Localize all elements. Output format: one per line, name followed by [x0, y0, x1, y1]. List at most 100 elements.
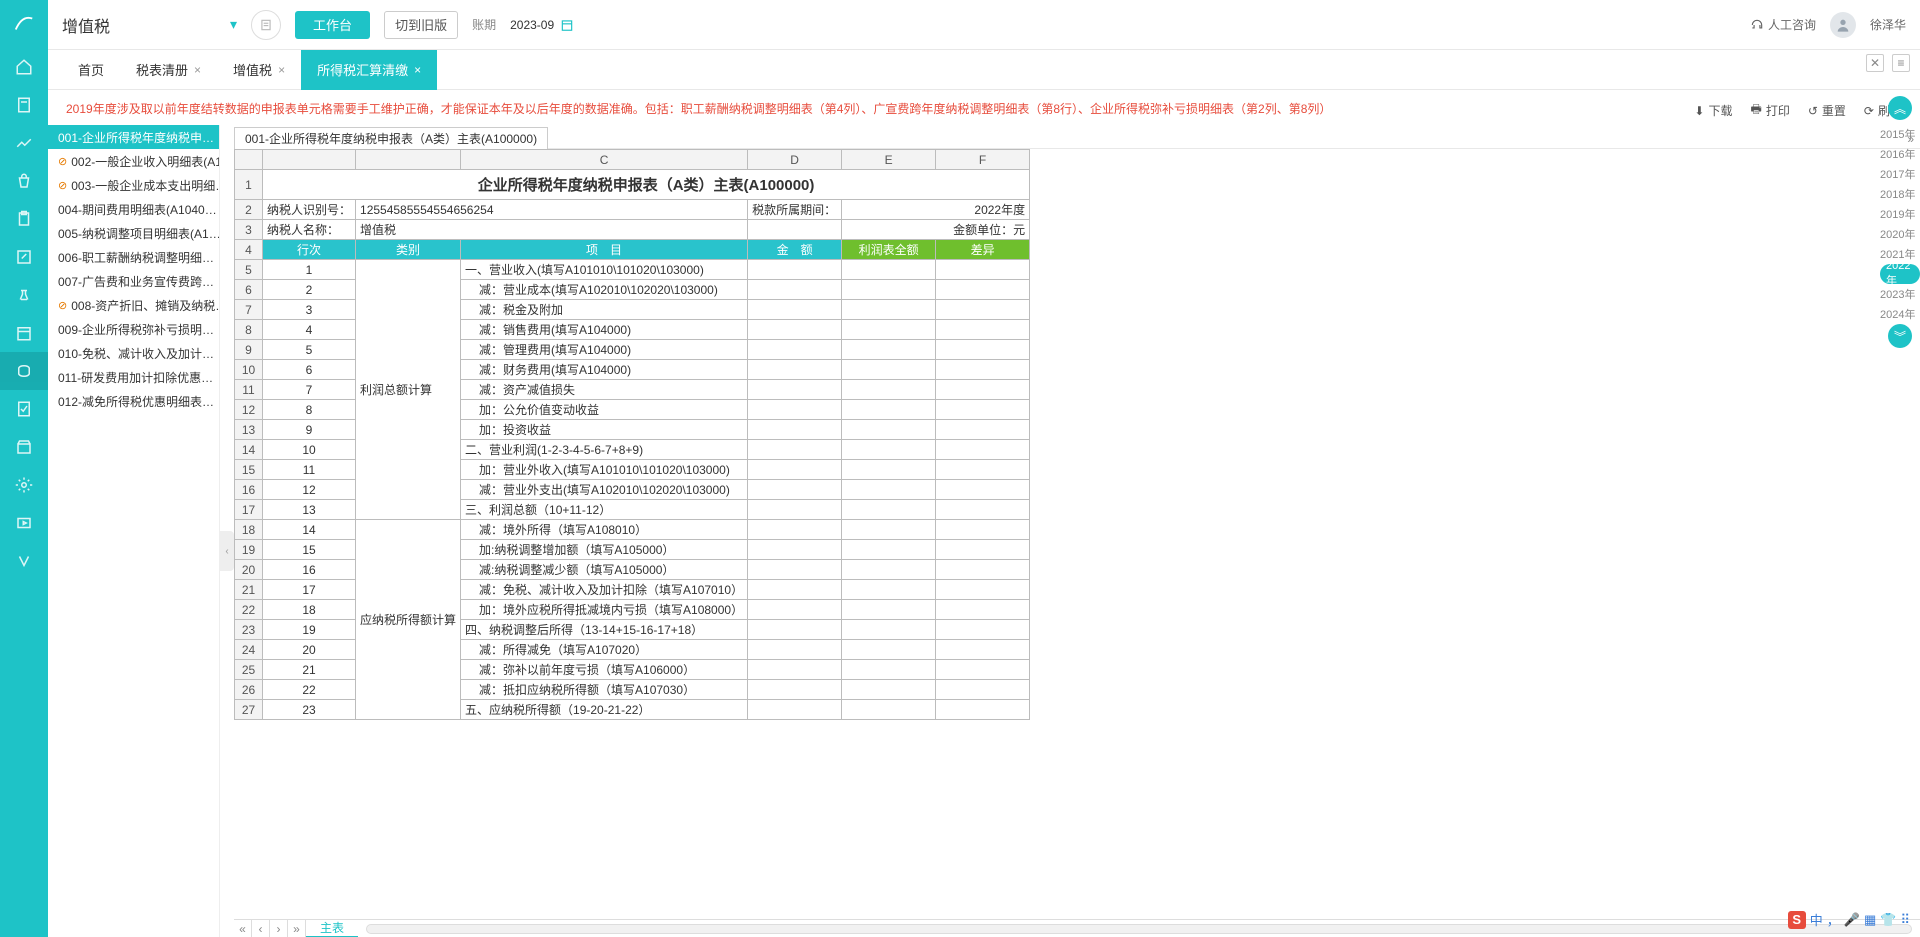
cell[interactable]: 18 [263, 600, 356, 620]
cell[interactable]: 12 [235, 400, 263, 420]
cell[interactable]: 减：销售费用(填写A104000) [461, 320, 748, 340]
cell[interactable]: 减：境外所得（填写A108010） [461, 520, 748, 540]
tree-item[interactable]: 012-减免所得税优惠明细表… [48, 389, 219, 413]
cell[interactable] [936, 600, 1030, 620]
cell[interactable]: 15 [263, 540, 356, 560]
cell[interactable] [936, 340, 1030, 360]
workbench-button[interactable]: 工作台 [295, 11, 370, 39]
tab-close-icon[interactable]: × [414, 63, 421, 77]
cell[interactable] [235, 150, 263, 170]
nav-tax-icon[interactable] [0, 352, 48, 390]
hscrollbar[interactable] [366, 924, 1912, 934]
cell[interactable]: 13 [263, 500, 356, 520]
cell[interactable]: 6 [263, 360, 356, 380]
ime-skin-icon[interactable]: 👕 [1880, 912, 1896, 928]
cell[interactable]: 8 [235, 320, 263, 340]
cell[interactable]: 加：境外应税所得抵减境内亏损（填写A108000） [461, 600, 748, 620]
cell[interactable] [842, 560, 936, 580]
cell[interactable] [842, 700, 936, 720]
cell[interactable]: 9 [235, 340, 263, 360]
cell[interactable]: 加：公允价值变动收益 [461, 400, 748, 420]
cell[interactable] [748, 280, 842, 300]
cell[interactable] [936, 520, 1030, 540]
ime-item[interactable]: 中 [1810, 910, 1823, 929]
nav-video-icon[interactable] [0, 504, 48, 542]
cell[interactable] [842, 440, 936, 460]
cell[interactable]: 10 [263, 440, 356, 460]
cell[interactable]: 减：抵扣应纳税所得额（填写A107030） [461, 680, 748, 700]
cell[interactable]: 11 [263, 460, 356, 480]
cell[interactable] [748, 360, 842, 380]
cell[interactable]: 纳税人名称： [263, 220, 356, 240]
cell[interactable]: 17 [235, 500, 263, 520]
year-item[interactable]: 2023年 [1880, 284, 1920, 304]
cell[interactable] [748, 680, 842, 700]
cell[interactable]: 7 [263, 380, 356, 400]
cell[interactable] [263, 150, 356, 170]
cell[interactable] [936, 560, 1030, 580]
cell[interactable] [748, 440, 842, 460]
nav-clipboard-icon[interactable] [0, 200, 48, 238]
cell[interactable] [748, 500, 842, 520]
tree-item[interactable]: 005-纳税调整项目明细表(A1… [48, 221, 219, 245]
nav-edit-icon[interactable] [0, 238, 48, 276]
cell[interactable] [748, 340, 842, 360]
tree-item[interactable]: ⊘002-一般企业收入明细表(A1… [48, 149, 219, 173]
cell[interactable] [842, 540, 936, 560]
cell[interactable]: 减：所得减免（填写A107020） [461, 640, 748, 660]
cell[interactable] [936, 640, 1030, 660]
cell[interactable] [842, 400, 936, 420]
cell[interactable] [936, 440, 1030, 460]
cell[interactable] [936, 660, 1030, 680]
cell[interactable]: 金 额 [748, 240, 842, 260]
cell[interactable]: 2 [263, 280, 356, 300]
tree-item[interactable]: 007-广告费和业务宣传费跨… [48, 269, 219, 293]
cell[interactable] [748, 300, 842, 320]
cell[interactable]: 23 [235, 620, 263, 640]
cell[interactable]: 2022年度 [842, 200, 1030, 220]
nav-chart-icon[interactable] [0, 124, 48, 162]
collapse-button[interactable] [251, 10, 281, 40]
cell[interactable]: 26 [235, 680, 263, 700]
cell[interactable] [748, 620, 842, 640]
cell[interactable]: 减:纳税调整减少额（填写A105000） [461, 560, 748, 580]
cell[interactable]: 5 [263, 340, 356, 360]
tree-item[interactable]: ⊘003-一般企业成本支出明细… [48, 173, 219, 197]
nav-doc-icon[interactable] [0, 86, 48, 124]
cell[interactable]: 项 目 [461, 240, 748, 260]
cell[interactable] [842, 260, 936, 280]
cell[interactable] [936, 460, 1030, 480]
tree-item[interactable]: 011-研发费用加计扣除优惠… [48, 365, 219, 389]
ime-item[interactable]: ， [1827, 910, 1840, 929]
sheet-tab[interactable]: 主表 [306, 920, 358, 937]
cell[interactable] [842, 660, 936, 680]
cell[interactable] [936, 700, 1030, 720]
cell[interactable]: 20 [235, 560, 263, 580]
reset-button[interactable]: ↺重置 [1808, 100, 1846, 121]
cell[interactable] [936, 320, 1030, 340]
tab-1[interactable]: 税表清册× [120, 50, 217, 90]
close-tab-icon[interactable]: ✕ [1866, 54, 1884, 72]
nav-report-icon[interactable] [0, 390, 48, 428]
cell[interactable] [356, 150, 461, 170]
cell[interactable]: 23 [263, 700, 356, 720]
tab-menu-icon[interactable]: ≡ [1892, 54, 1910, 72]
cell[interactable]: 10 [235, 360, 263, 380]
cell[interactable]: 加：营业外收入(填写A101010\101020\103000) [461, 460, 748, 480]
cell[interactable]: 12554585554554656254 [356, 200, 748, 220]
cell[interactable] [936, 260, 1030, 280]
cell[interactable]: 减：营业外支出(填写A102010\102020\103000) [461, 480, 748, 500]
cell[interactable] [748, 260, 842, 280]
year-item[interactable]: 2024年 [1880, 304, 1920, 324]
cell[interactable]: 21 [235, 580, 263, 600]
cell[interactable]: 减：管理费用(填写A104000) [461, 340, 748, 360]
cell[interactable] [748, 320, 842, 340]
cell[interactable]: 22 [263, 680, 356, 700]
cell[interactable] [748, 540, 842, 560]
cell[interactable]: 一、营业收入(填写A101010\101020\103000) [461, 260, 748, 280]
cell[interactable]: 21 [263, 660, 356, 680]
cell[interactable] [936, 680, 1030, 700]
cell[interactable] [842, 580, 936, 600]
cell[interactable] [842, 320, 936, 340]
cell[interactable]: 1 [235, 170, 263, 200]
